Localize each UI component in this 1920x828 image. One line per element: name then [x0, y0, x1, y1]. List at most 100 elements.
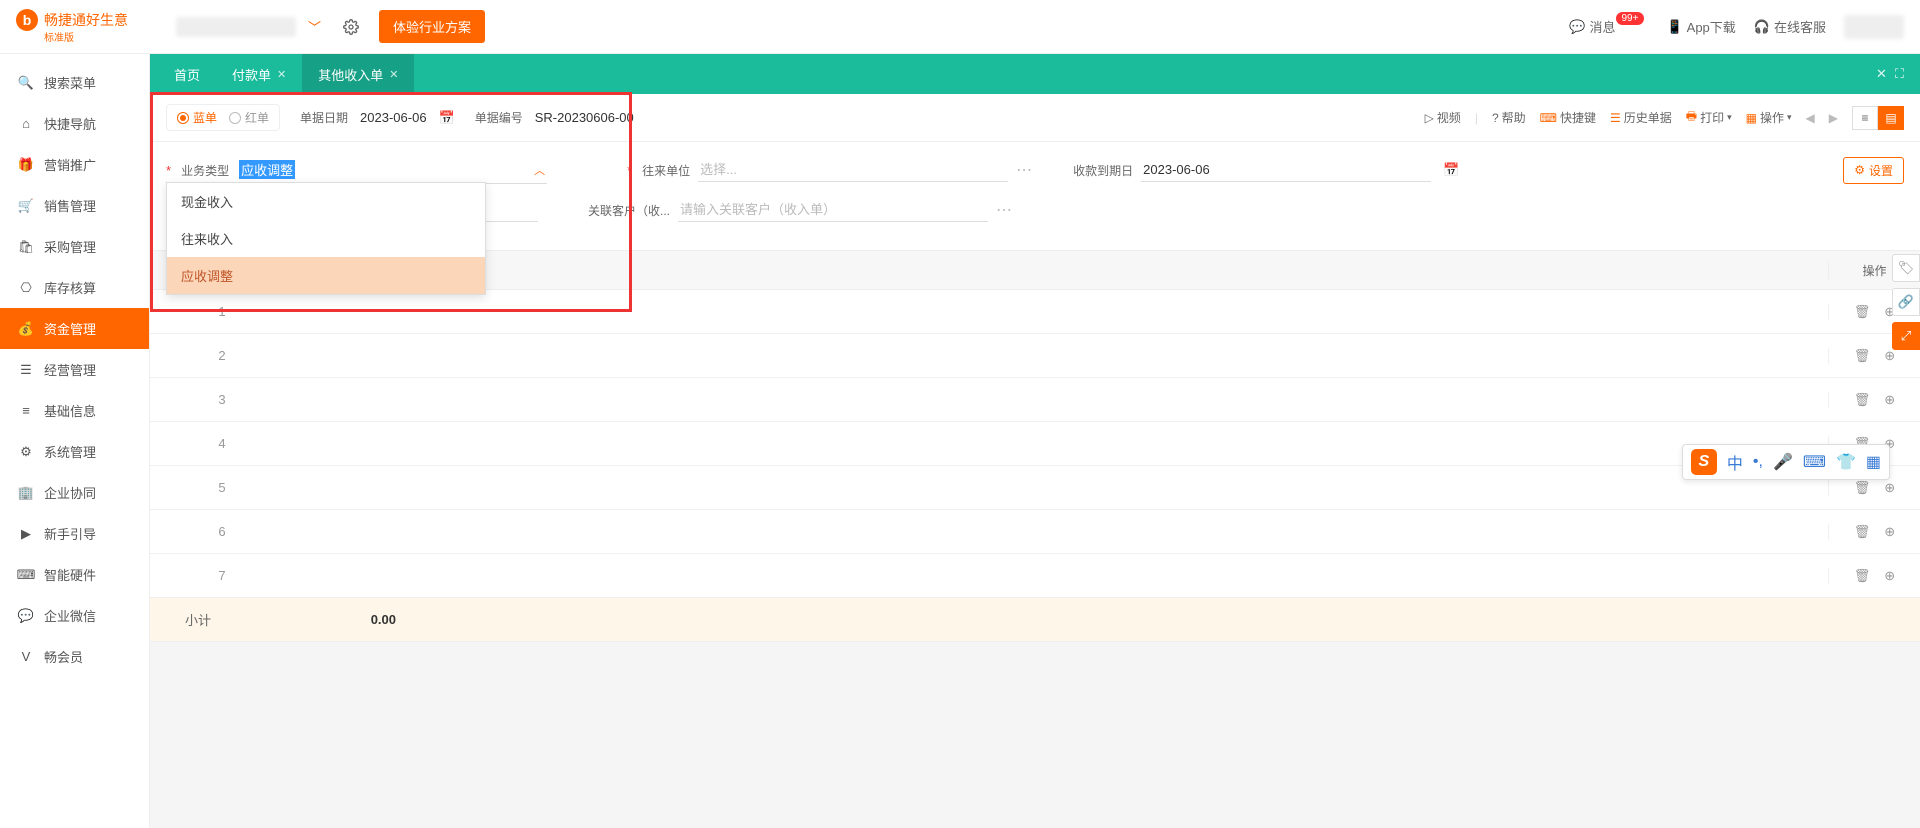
radio-dot-icon — [229, 112, 241, 124]
sidebar-item-search[interactable]: 🔍搜索菜单 — [0, 62, 149, 103]
play-icon: ▷ — [1425, 111, 1434, 125]
app-download-link[interactable]: 📱 App下载 — [1666, 17, 1735, 36]
add-row-icon[interactable]: ⊕ — [1884, 480, 1895, 496]
history-icon: ☰ — [1610, 111, 1621, 125]
table-row[interactable]: 3🗑⊕ — [150, 378, 1920, 422]
biz-type-label: 业务类型 — [181, 162, 229, 179]
view-list-button[interactable]: ≡ — [1852, 106, 1878, 130]
delete-row-icon[interactable]: 🗑 — [1854, 304, 1871, 320]
delete-row-icon[interactable]: 🗑 — [1854, 348, 1871, 364]
delete-row-icon[interactable]: 🗑 — [1854, 480, 1871, 496]
help-label: 帮助 — [1502, 109, 1526, 126]
view-card-button[interactable]: ▤ — [1878, 106, 1904, 130]
rail-tag-icon[interactable]: 🏷 — [1892, 254, 1920, 282]
table-row[interactable]: 1🗑⊕ — [150, 290, 1920, 334]
sidebar-item-guide[interactable]: ▶新手引导 — [0, 513, 149, 554]
print-link[interactable]: 🖶打印▾ — [1686, 107, 1732, 128]
tab-close-all-icon[interactable]: ✕ — [1876, 66, 1887, 82]
table-row[interactable]: 6 🗑 ⊕ — [150, 510, 1920, 554]
ime-lang[interactable]: 中 — [1727, 450, 1743, 474]
tab-付款单[interactable]: 付款单✕ — [216, 54, 302, 94]
add-row-icon[interactable]: ⊕ — [1884, 524, 1895, 540]
sidebar-item-bag[interactable]: 🛍采购管理 — [0, 226, 149, 267]
history-link[interactable]: ☰历史单据 — [1610, 109, 1672, 126]
sidebar-item-list[interactable]: ☰经营管理 — [0, 349, 149, 390]
calendar-icon[interactable]: 📅 — [439, 110, 455, 126]
radio-red[interactable]: 红单 — [229, 109, 269, 126]
delete-row-icon[interactable]: 🗑 — [1854, 524, 1871, 540]
calendar-icon[interactable]: 📅 — [1443, 162, 1459, 178]
next-doc-icon[interactable]: ▶ — [1829, 111, 1838, 125]
rail-link-icon[interactable]: 🔗 — [1892, 288, 1920, 316]
gear-icon: ⚙ — [18, 444, 34, 460]
row-index: 7 — [198, 568, 246, 583]
help-link[interactable]: ?帮助 — [1492, 109, 1526, 126]
close-icon[interactable]: ✕ — [277, 68, 286, 81]
delete-row-icon[interactable]: 🗑 — [1854, 568, 1871, 584]
sidebar-item-label: 智能硬件 — [44, 565, 96, 584]
tab-首页[interactable]: 首页 — [158, 54, 216, 94]
partner-input[interactable] — [698, 158, 1008, 182]
rail-expand-icon[interactable]: ⤢ — [1892, 322, 1920, 350]
sidebar-item-label: 企业协同 — [44, 483, 96, 502]
sidebar-item-gear[interactable]: ⚙系统管理 — [0, 431, 149, 472]
video-label: 视频 — [1437, 109, 1461, 126]
sidebar-item-db[interactable]: ≡基础信息 — [0, 390, 149, 431]
partner-lookup-icon[interactable]: ⋯ — [1016, 160, 1033, 180]
app-download-label: App下载 — [1687, 17, 1736, 36]
subtotal-row: 小计 0.00 — [150, 598, 1920, 642]
sidebar-item-wechat[interactable]: 💬企业微信 — [0, 595, 149, 636]
sidebar-item-building[interactable]: 🏢企业协同 — [0, 472, 149, 513]
sidebar-item-robot[interactable]: ⌨智能硬件 — [0, 554, 149, 595]
assoc-customer-lookup-icon[interactable]: ⋯ — [996, 200, 1013, 220]
radio-blue[interactable]: 蓝单 — [177, 109, 217, 126]
ime-menu-icon[interactable]: ▦ — [1866, 452, 1881, 472]
prev-doc-icon[interactable]: ◀ — [1806, 111, 1815, 125]
form-settings-button[interactable]: ⚙ 设置 — [1843, 157, 1904, 184]
sidebar-item-wallet[interactable]: 💰资金管理 — [0, 308, 149, 349]
table-row[interactable]: 7 🗑 ⊕ — [150, 554, 1920, 598]
settings-icon[interactable] — [343, 19, 359, 35]
biz-type-option[interactable]: 现金收入 — [167, 183, 485, 220]
tab-expand-icon[interactable]: ⛶ — [1895, 66, 1904, 82]
doc-date-value[interactable]: 2023-06-06 — [360, 110, 427, 125]
sidebar-item-gift[interactable]: 🎁营销推广 — [0, 144, 149, 185]
ime-keyboard-icon[interactable]: ⌨ — [1803, 452, 1826, 472]
partner-label: 往来单位 — [642, 162, 690, 179]
due-date-input[interactable] — [1141, 158, 1431, 182]
ime-skin-icon[interactable]: 👕 — [1836, 452, 1856, 472]
biz-type-option[interactable]: 往来收入 — [167, 220, 485, 257]
user-avatar[interactable] — [1844, 15, 1904, 39]
add-row-icon[interactable]: ⊕ — [1884, 392, 1895, 408]
online-service-link[interactable]: 🎧 在线客服 — [1754, 17, 1826, 36]
sidebar-item-home[interactable]: ⌂快捷导航 — [0, 103, 149, 144]
biz-type-dropdown-menu: 现金收入往来收入应收调整 — [166, 182, 486, 295]
top-header: b 畅捷通好生意 标准版 ﹀ 体验行业方案 💬 消息 99+ 📱 App下载 🎧… — [0, 0, 1920, 54]
ime-voice-icon[interactable]: 🎤 — [1773, 452, 1793, 472]
sidebar-item-box[interactable]: ⎔库存核算 — [0, 267, 149, 308]
video-link[interactable]: ▷视频 — [1425, 109, 1461, 126]
row-index: 6 — [198, 524, 246, 539]
trial-industry-button[interactable]: 体验行业方案 — [379, 10, 485, 43]
ime-logo-icon[interactable]: S — [1691, 449, 1717, 475]
shortcut-link[interactable]: ⌨快捷键 — [1540, 109, 1596, 126]
org-selector[interactable]: ﹀ — [176, 17, 333, 37]
doc-type-radio-group: 蓝单 红单 — [166, 104, 280, 131]
biz-type-option[interactable]: 应收调整 — [167, 257, 485, 294]
table-row[interactable]: 4🗑⊕ — [150, 422, 1920, 466]
row-index: 2 — [198, 348, 246, 363]
delete-row-icon[interactable]: 🗑 — [1854, 392, 1871, 408]
add-row-icon[interactable]: ⊕ — [1884, 568, 1895, 584]
close-icon[interactable]: ✕ — [389, 68, 398, 81]
biz-type-dropdown[interactable]: 应收调整 ︿ — [237, 156, 547, 184]
sidebar-item-cart[interactable]: 🛒销售管理 — [0, 185, 149, 226]
table-row[interactable]: 2🗑⊕ — [150, 334, 1920, 378]
sidebar-item-label: 畅会员 — [44, 647, 83, 666]
operate-link[interactable]: ▦操作▾ — [1746, 109, 1792, 126]
ime-punct-icon[interactable]: •, — [1753, 453, 1763, 471]
sidebar-item-vip[interactable]: V畅会员 — [0, 636, 149, 677]
table-row[interactable]: 5🗑⊕ — [150, 466, 1920, 510]
assoc-customer-input[interactable] — [678, 198, 988, 222]
tab-其他收入单[interactable]: 其他收入单✕ — [302, 54, 414, 94]
messages-link[interactable]: 💬 消息 99+ — [1569, 17, 1648, 36]
